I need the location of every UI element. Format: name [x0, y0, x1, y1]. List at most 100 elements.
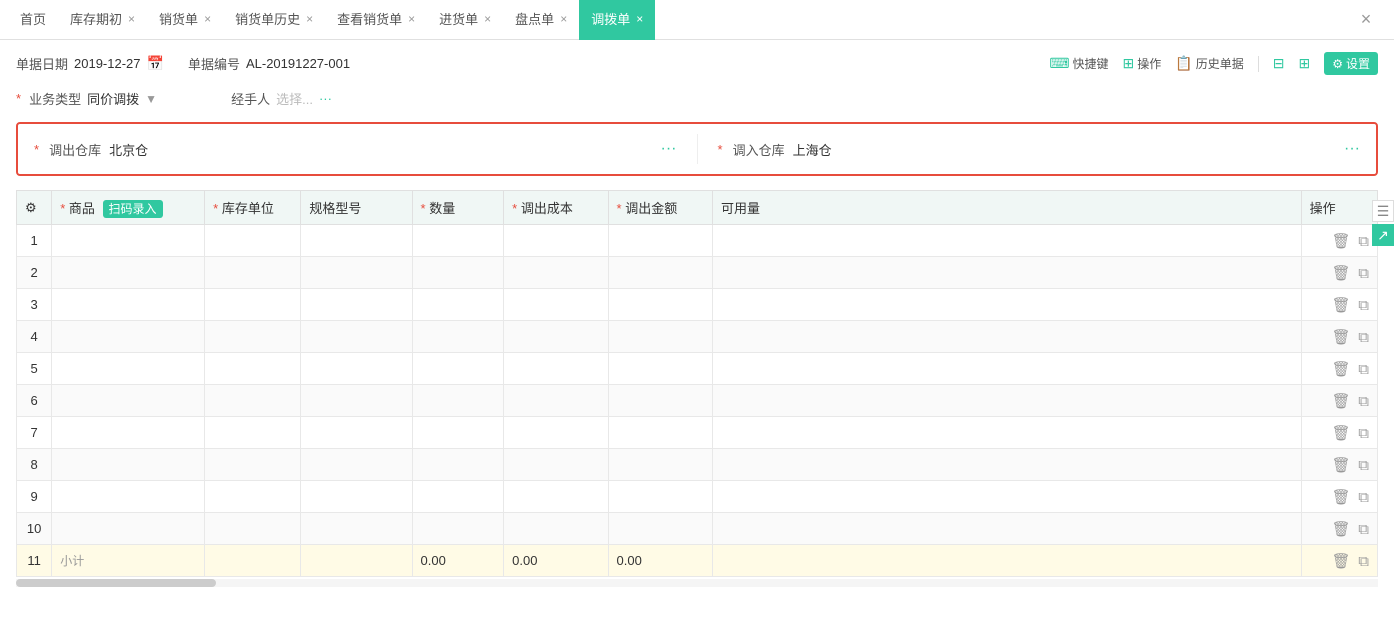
delete-icon[interactable]: 🗑: [1332, 233, 1351, 250]
tab-close-transfer[interactable]: ×: [636, 12, 643, 26]
unit-cell[interactable]: [205, 449, 301, 481]
spec-cell[interactable]: [301, 449, 412, 481]
copy-icon[interactable]: ⧉: [1358, 233, 1369, 250]
unit-cell[interactable]: [205, 481, 301, 513]
goods-cell[interactable]: [52, 289, 205, 321]
biz-type-select[interactable]: 同价调拨 ▼: [87, 89, 207, 108]
unit-cell[interactable]: [205, 417, 301, 449]
goods-cell[interactable]: [52, 417, 205, 449]
amount-cell[interactable]: [608, 513, 712, 545]
qty-cell[interactable]: [412, 257, 504, 289]
wh-out-more-button[interactable]: ···: [661, 140, 677, 158]
goods-cell[interactable]: [52, 513, 205, 545]
spec-cell[interactable]: [301, 321, 412, 353]
spec-cell[interactable]: [301, 353, 412, 385]
delete-icon[interactable]: 🗑: [1332, 361, 1351, 378]
tab-close-view-sales[interactable]: ×: [408, 12, 415, 26]
qty-cell[interactable]: [412, 289, 504, 321]
cost-cell[interactable]: [504, 257, 608, 289]
tab-close-sales-order[interactable]: ×: [204, 12, 211, 26]
delete-icon[interactable]: 🗑: [1332, 521, 1351, 538]
person-more-button[interactable]: ···: [319, 91, 332, 106]
grid-icon[interactable]: ⊟: [1273, 55, 1285, 72]
copy-icon[interactable]: ⧉: [1358, 265, 1369, 282]
qty-cell[interactable]: [412, 513, 504, 545]
th-gear[interactable]: ⚙: [17, 191, 52, 225]
qty-cell[interactable]: [412, 353, 504, 385]
delete-icon[interactable]: 🗑: [1332, 425, 1351, 442]
qty-cell[interactable]: [412, 385, 504, 417]
amount-cell[interactable]: [608, 353, 712, 385]
tab-inventory-check[interactable]: 盘点单 ×: [503, 0, 579, 40]
goods-cell[interactable]: [52, 321, 205, 353]
unit-cell[interactable]: [205, 353, 301, 385]
copy-icon[interactable]: ⧉: [1358, 553, 1369, 570]
tab-sales-order[interactable]: 销货单 ×: [147, 0, 223, 40]
amount-cell[interactable]: [608, 257, 712, 289]
delete-icon[interactable]: 🗑: [1332, 297, 1351, 314]
spec-cell[interactable]: [301, 257, 412, 289]
copy-icon[interactable]: ⧉: [1358, 425, 1369, 442]
cost-cell[interactable]: [504, 225, 608, 257]
calendar-icon[interactable]: 📅: [147, 55, 164, 72]
unit-cell[interactable]: [205, 385, 301, 417]
delete-icon[interactable]: 🗑: [1332, 329, 1351, 346]
cost-cell[interactable]: [504, 385, 608, 417]
spec-cell[interactable]: [301, 225, 412, 257]
tab-inventory-init[interactable]: 库存期初 ×: [58, 0, 147, 40]
amount-cell[interactable]: [608, 417, 712, 449]
unit-cell[interactable]: [205, 321, 301, 353]
qty-cell[interactable]: [412, 481, 504, 513]
sidebar-export-icon[interactable]: ↗: [1372, 224, 1394, 246]
qty-cell[interactable]: [412, 321, 504, 353]
amount-cell[interactable]: [608, 449, 712, 481]
amount-cell[interactable]: [608, 385, 712, 417]
person-select[interactable]: 选择...: [276, 89, 313, 108]
qty-cell[interactable]: [412, 449, 504, 481]
layout-icon[interactable]: ⊞: [1298, 55, 1310, 72]
tab-close-inventory-init[interactable]: ×: [128, 12, 135, 26]
spec-cell[interactable]: [301, 481, 412, 513]
qty-cell[interactable]: [412, 417, 504, 449]
cost-cell[interactable]: [504, 417, 608, 449]
tab-close-sales-history[interactable]: ×: [306, 12, 313, 26]
unit-cell[interactable]: [205, 257, 301, 289]
goods-cell[interactable]: [52, 449, 205, 481]
amount-cell[interactable]: [608, 289, 712, 321]
copy-icon[interactable]: ⧉: [1358, 457, 1369, 474]
cost-cell[interactable]: [504, 449, 608, 481]
copy-icon[interactable]: ⧉: [1358, 521, 1369, 538]
goods-cell[interactable]: [52, 257, 205, 289]
delete-icon[interactable]: 🗑: [1332, 489, 1351, 506]
tab-purchase-order[interactable]: 进货单 ×: [427, 0, 503, 40]
unit-cell[interactable]: [205, 225, 301, 257]
wh-in-more-button[interactable]: ···: [1344, 140, 1360, 158]
copy-icon[interactable]: ⧉: [1358, 489, 1369, 506]
spec-cell[interactable]: [301, 417, 412, 449]
copy-icon[interactable]: ⧉: [1358, 361, 1369, 378]
goods-cell[interactable]: [52, 353, 205, 385]
amount-cell[interactable]: [608, 321, 712, 353]
cost-cell[interactable]: [504, 513, 608, 545]
tab-transfer[interactable]: 调拨单 ×: [579, 0, 655, 40]
unit-cell[interactable]: [205, 513, 301, 545]
delete-icon[interactable]: 🗑: [1332, 457, 1351, 474]
qty-cell[interactable]: [412, 225, 504, 257]
amount-cell[interactable]: [608, 481, 712, 513]
shortcut-button[interactable]: ⌨ 快捷键: [1049, 55, 1108, 72]
history-button[interactable]: 📋 历史单据: [1175, 55, 1243, 72]
scroll-bar[interactable]: [16, 579, 1378, 587]
tab-view-sales[interactable]: 查看销货单 ×: [325, 0, 427, 40]
spec-cell[interactable]: [301, 513, 412, 545]
spec-cell[interactable]: [301, 289, 412, 321]
operate-button[interactable]: ⊞ 操作: [1123, 55, 1162, 72]
cost-cell[interactable]: [504, 289, 608, 321]
copy-icon[interactable]: ⧉: [1358, 329, 1369, 346]
tab-home[interactable]: 首页: [8, 0, 58, 40]
copy-icon[interactable]: ⧉: [1358, 393, 1369, 410]
window-close-button[interactable]: ×: [1346, 0, 1386, 40]
tab-close-inventory-check[interactable]: ×: [560, 12, 567, 26]
copy-icon[interactable]: ⧉: [1358, 297, 1369, 314]
amount-cell[interactable]: [608, 225, 712, 257]
goods-cell[interactable]: [52, 481, 205, 513]
